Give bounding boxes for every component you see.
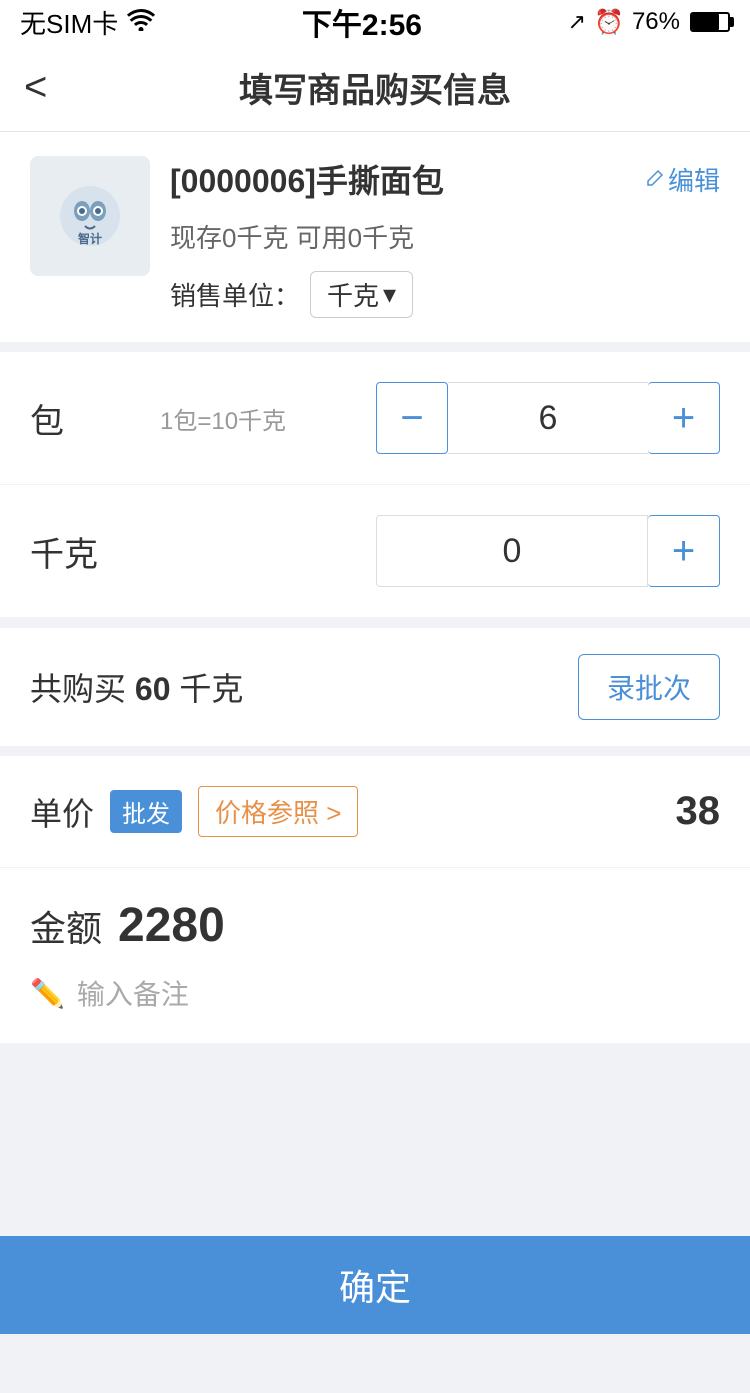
unit-label: 销售单位： bbox=[170, 276, 300, 313]
total-qty-span: 60 bbox=[135, 671, 171, 707]
price-section: 单价 批发 价格参照 > 38 bbox=[0, 756, 750, 868]
amount-row: 金额 2280 bbox=[30, 898, 720, 953]
location-icon: ↗ bbox=[568, 9, 586, 35]
plus-button-kg[interactable]: + bbox=[648, 515, 720, 587]
batch-button[interactable]: 录批次 bbox=[578, 654, 720, 720]
wifi-icon bbox=[126, 7, 156, 38]
product-name: [0000006]手撕面包 bbox=[170, 156, 444, 202]
amount-value: 2280 bbox=[118, 898, 225, 953]
product-thumbnail: 智计 bbox=[30, 156, 150, 276]
form-controls-kg: + bbox=[376, 515, 720, 587]
product-name-row: [0000006]手撕面包 编辑 bbox=[170, 156, 720, 202]
form-label-bag-sub: 1包=10千克 bbox=[160, 401, 286, 436]
plus-button-bag[interactable]: + bbox=[648, 382, 720, 454]
form-row-kg: 千克 + bbox=[0, 485, 750, 618]
unit-select[interactable]: 千克 ▾ bbox=[310, 271, 413, 318]
confirm-button[interactable]: 确定 bbox=[0, 1236, 750, 1334]
remark-row[interactable]: ✏️ 输入备注 bbox=[30, 973, 720, 1013]
empty-area bbox=[0, 1053, 750, 1393]
total-row: 共购买 60 千克 录批次 bbox=[0, 628, 750, 756]
battery-text: 76% bbox=[632, 8, 680, 36]
total-text: 共购买 60 千克 bbox=[30, 664, 578, 710]
svg-text:智计: 智计 bbox=[77, 231, 102, 246]
battery-icon bbox=[690, 12, 730, 32]
form-row-bag: 包 1包=10千克 − + bbox=[0, 352, 750, 485]
status-right-group: ↗ ⏰ 76% bbox=[568, 8, 730, 37]
carrier-text: 无SIM卡 bbox=[20, 4, 118, 41]
status-carrier: 无SIM卡 bbox=[20, 4, 156, 41]
back-button[interactable]: < bbox=[24, 65, 47, 110]
amount-label: 金额 bbox=[30, 900, 102, 952]
nav-bar: < 填写商品购买信息 bbox=[0, 44, 750, 132]
alarm-icon: ⏰ bbox=[594, 8, 624, 37]
form-label-bag: 包 bbox=[30, 394, 150, 443]
minus-button-bag[interactable]: − bbox=[376, 382, 448, 454]
pencil-icon: ✏️ bbox=[30, 977, 65, 1010]
page-title: 填写商品购买信息 bbox=[239, 63, 511, 112]
amount-section: 金额 2280 ✏️ 输入备注 bbox=[0, 868, 750, 1053]
remark-placeholder: 输入备注 bbox=[77, 973, 189, 1013]
total-label-span: 共购买 bbox=[30, 671, 135, 707]
product-stock: 现存0千克 可用0千克 bbox=[170, 218, 720, 255]
status-bar: 无SIM卡 下午2:56 ↗ ⏰ 76% bbox=[0, 0, 750, 44]
price-ref-button[interactable]: 价格参照 > bbox=[198, 786, 358, 837]
product-card: 智计 [0000006]手撕面包 编辑 现存0千克 可用0千克 销售单位： 千克… bbox=[0, 132, 750, 352]
form-label-kg: 千克 bbox=[30, 527, 150, 576]
total-unit-span: 千克 bbox=[171, 671, 244, 707]
chevron-down-icon: ▾ bbox=[383, 279, 396, 310]
edit-icon bbox=[644, 169, 664, 189]
form-section: 包 1包=10千克 − + 千克 + bbox=[0, 352, 750, 628]
kg-quantity-input[interactable] bbox=[376, 515, 648, 587]
product-unit-row: 销售单位： 千克 ▾ bbox=[170, 271, 720, 318]
price-value: 38 bbox=[676, 789, 721, 834]
form-controls-bag: − + bbox=[376, 382, 720, 454]
edit-button[interactable]: 编辑 bbox=[644, 161, 720, 198]
product-logo-icon: 智计 bbox=[55, 181, 125, 251]
price-tag: 批发 bbox=[110, 790, 182, 833]
product-info: [0000006]手撕面包 编辑 现存0千克 可用0千克 销售单位： 千克 ▾ bbox=[170, 156, 720, 318]
bag-quantity-input[interactable] bbox=[448, 382, 648, 454]
status-time: 下午2:56 bbox=[302, 0, 422, 44]
price-label: 单价 bbox=[30, 789, 94, 835]
